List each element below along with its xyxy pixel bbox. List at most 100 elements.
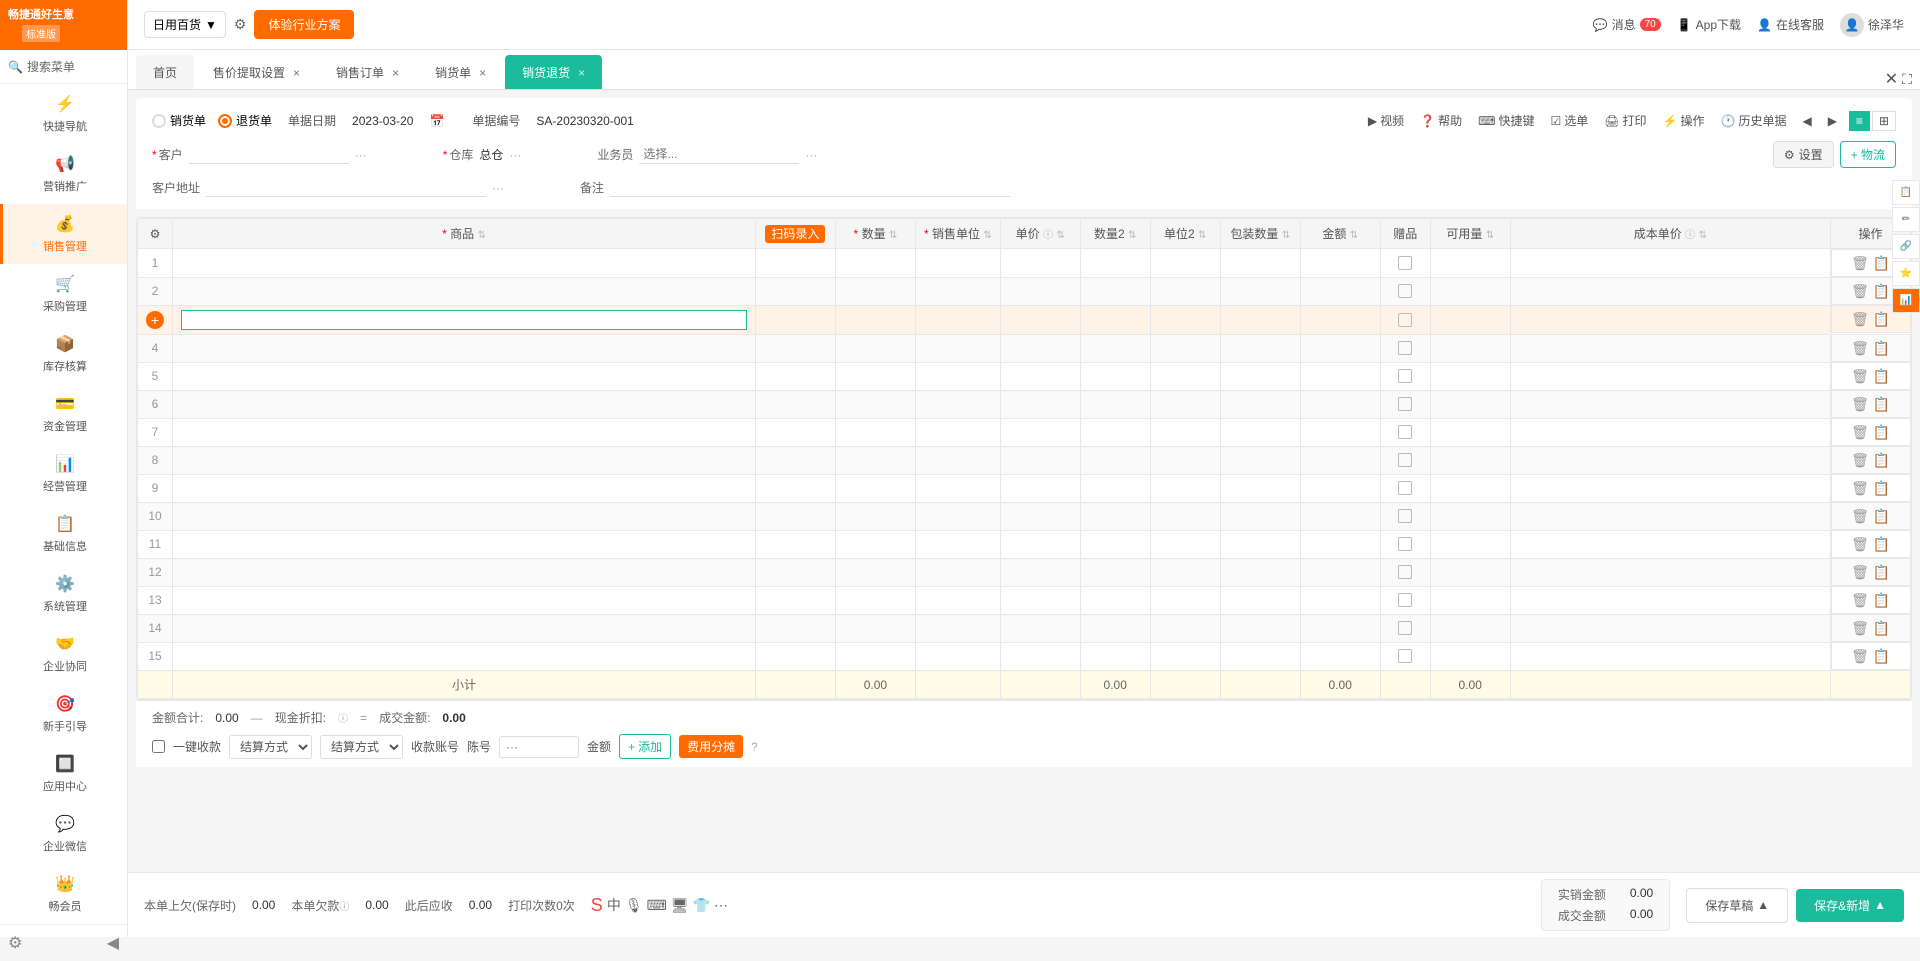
gift-cell-7[interactable] <box>1380 418 1430 446</box>
unit2-cell-10[interactable] <box>1150 502 1220 530</box>
nav-prev[interactable]: ◀ <box>1798 112 1815 130</box>
barcode-cell-6[interactable] <box>755 390 835 418</box>
amount-cell-9[interactable] <box>1300 474 1380 502</box>
qty2-cell-7[interactable] <box>1080 418 1150 446</box>
sidebar-item-inventory[interactable]: 📦 库存核算 <box>0 324 127 384</box>
qty2-cell-11[interactable] <box>1080 530 1150 558</box>
gift-cell-13[interactable] <box>1380 586 1430 614</box>
gift-checkbox-2[interactable] <box>1398 284 1412 298</box>
barcode-cell-3[interactable] <box>755 305 835 334</box>
amount-cell-7[interactable] <box>1300 418 1380 446</box>
unit2-cell-9[interactable] <box>1150 474 1220 502</box>
barcode-cell-8[interactable] <box>755 446 835 474</box>
amount-cell-1[interactable] <box>1300 249 1380 278</box>
amount-cell-4[interactable] <box>1300 334 1380 362</box>
delete-icon-2[interactable]: 🗑 <box>1851 283 1869 300</box>
operate-btn[interactable]: ⚡ 操作 <box>1659 110 1709 131</box>
float-btn-3[interactable]: 🔗 <box>1892 234 1920 259</box>
copy-icon-1[interactable]: 📋 <box>1873 255 1890 272</box>
price-cell-3[interactable] <box>1000 305 1080 334</box>
qty-cell-9[interactable] <box>835 474 915 502</box>
qty-cell-6[interactable] <box>835 390 915 418</box>
avail-cell-12[interactable] <box>1430 558 1510 586</box>
avail-cell-1[interactable] <box>1430 249 1510 278</box>
delete-icon-3[interactable]: 🗑 <box>1851 311 1869 328</box>
gift-checkbox-4[interactable] <box>1398 341 1412 355</box>
unit2-cell-13[interactable] <box>1150 586 1220 614</box>
pkg-cell-1[interactable] <box>1220 249 1300 278</box>
more-tools-icon[interactable]: ⋯ <box>714 897 728 914</box>
sidebar-item-purchase[interactable]: 🛒 采购管理 <box>0 264 127 324</box>
overdue-info[interactable]: ⓘ <box>339 902 349 913</box>
copy-icon-3[interactable]: 📋 <box>1873 311 1890 328</box>
cost-cell-11[interactable] <box>1510 530 1830 558</box>
unit-cell-1[interactable] <box>915 249 1000 278</box>
avail-cell-13[interactable] <box>1430 586 1510 614</box>
gift-cell-14[interactable] <box>1380 614 1430 642</box>
gift-checkbox-5[interactable] <box>1398 369 1412 383</box>
price-cell-1[interactable] <box>1000 249 1080 278</box>
price-cell-4[interactable] <box>1000 334 1080 362</box>
settings-gear-icon[interactable]: ⚙ <box>8 933 22 953</box>
op-cell-5[interactable]: 🗑 📋 <box>1831 362 1911 390</box>
qty-sort-icon[interactable]: ⇅ <box>889 230 897 241</box>
pkg-sort-icon[interactable]: ⇅ <box>1282 230 1290 241</box>
tab-sales-close[interactable]: × <box>479 66 486 80</box>
amount-cell-14[interactable] <box>1300 614 1380 642</box>
discount-info-icon[interactable]: ⓘ <box>338 710 348 725</box>
copy-icon-12[interactable]: 📋 <box>1873 564 1890 581</box>
unit2-cell-15[interactable] <box>1150 642 1220 671</box>
qty-cell-12[interactable] <box>835 558 915 586</box>
unit2-cell-2[interactable] <box>1150 277 1220 305</box>
op-cell-13[interactable]: 🗑 📋 <box>1831 586 1911 614</box>
goods-cell-15[interactable] <box>173 642 756 671</box>
help-btn[interactable]: ❓ 帮助 <box>1416 110 1466 131</box>
gift-checkbox-10[interactable] <box>1398 509 1412 523</box>
op-cell-8[interactable]: 🗑 📋 <box>1831 446 1911 474</box>
gift-cell-15[interactable] <box>1380 642 1430 671</box>
gift-cell-10[interactable] <box>1380 502 1430 530</box>
delete-icon-13[interactable]: 🗑 <box>1851 592 1869 609</box>
gift-cell-9[interactable] <box>1380 474 1430 502</box>
cost-sort-icon[interactable]: ⇅ <box>1699 230 1707 241</box>
avail-cell-8[interactable] <box>1430 446 1510 474</box>
sidebar-search[interactable]: 🔍 搜索菜单 <box>0 50 127 84</box>
cost-cell-9[interactable] <box>1510 474 1830 502</box>
copy-icon-7[interactable]: 📋 <box>1873 424 1890 441</box>
sidebar-item-system[interactable]: ⚙️ 系统管理 <box>0 564 127 624</box>
qty2-cell-10[interactable] <box>1080 502 1150 530</box>
unit2-cell-3[interactable] <box>1150 305 1220 334</box>
qty2-cell-3[interactable] <box>1080 305 1150 334</box>
sidebar-item-apps[interactable]: 🔲 应用中心 <box>0 744 127 804</box>
user-profile[interactable]: 👤 徐泽华 <box>1840 13 1904 37</box>
tab-price-close[interactable]: × <box>293 66 300 80</box>
avail-cell-11[interactable] <box>1430 530 1510 558</box>
unit-cell-6[interactable] <box>915 390 1000 418</box>
pkg-cell-9[interactable] <box>1220 474 1300 502</box>
avail-cell-10[interactable] <box>1430 502 1510 530</box>
barcode-cell-11[interactable] <box>755 530 835 558</box>
gift-checkbox-6[interactable] <box>1398 397 1412 411</box>
col-barcode[interactable]: 扫码录入 <box>755 219 835 249</box>
gift-checkbox-1[interactable] <box>1398 256 1412 270</box>
sidebar-item-finance[interactable]: 💳 资金管理 <box>0 384 127 444</box>
qty-cell-10[interactable] <box>835 502 915 530</box>
tab-order-close[interactable]: × <box>392 66 399 80</box>
salesperson-input[interactable] <box>639 145 799 164</box>
gift-checkbox-7[interactable] <box>1398 425 1412 439</box>
price-cell-6[interactable] <box>1000 390 1080 418</box>
qty2-cell-5[interactable] <box>1080 362 1150 390</box>
price-cell-2[interactable] <box>1000 277 1080 305</box>
video-btn[interactable]: ▶ 视频 <box>1364 110 1408 131</box>
goods-cell-5[interactable] <box>173 362 756 390</box>
cost-cell-3[interactable] <box>1510 305 1830 334</box>
delete-icon-6[interactable]: 🗑 <box>1851 396 1869 413</box>
history-btn[interactable]: 🕐 历史单据 <box>1716 110 1790 131</box>
op-cell-9[interactable]: 🗑 📋 <box>1831 474 1911 502</box>
settings-btn[interactable]: ⚙ 设置 <box>1773 141 1834 168</box>
unit2-cell-14[interactable] <box>1150 614 1220 642</box>
gift-checkbox-3[interactable] <box>1398 313 1412 327</box>
goods-cell-6[interactable] <box>173 390 756 418</box>
gift-cell-2[interactable] <box>1380 277 1430 305</box>
tab-home[interactable]: 首页 <box>136 55 194 89</box>
